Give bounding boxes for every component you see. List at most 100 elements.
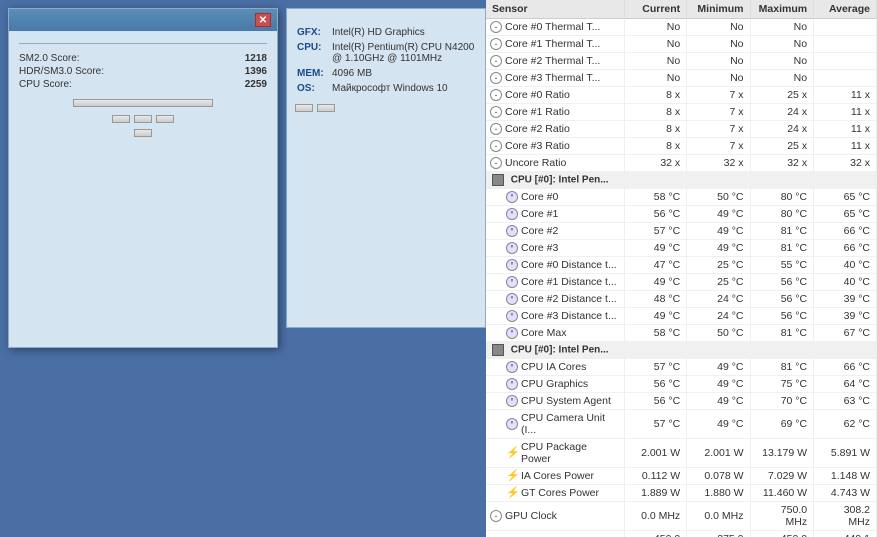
temp-icon: ° bbox=[506, 259, 518, 271]
sensor-minimum: 49 °C bbox=[687, 240, 750, 257]
sensor-current: 450.0 MHz bbox=[624, 531, 687, 537]
submit-button[interactable] bbox=[73, 99, 213, 107]
sensor-maximum: 56 °C bbox=[750, 308, 814, 325]
table-row: ° CPU Graphics 56 °C 49 °C 75 °C 64 °C bbox=[486, 376, 877, 393]
flame-icon: ⚡ bbox=[506, 470, 518, 482]
sensor-current: 57 °C bbox=[624, 410, 687, 439]
table-row: - Core #0 Thermal T... No No No bbox=[486, 19, 877, 36]
sensor-current: 49 °C bbox=[624, 308, 687, 325]
sensor-average: 11 x bbox=[814, 138, 877, 155]
sensor-name: - GPU Clock bbox=[486, 502, 624, 531]
sensor-name: - Core #0 Thermal T... bbox=[486, 19, 624, 36]
sensor-current: 49 °C bbox=[624, 240, 687, 257]
score-row-label: HDR/SM3.0 Score: bbox=[19, 65, 216, 78]
graphs-button[interactable] bbox=[295, 104, 313, 112]
table-row: ⚡ IA Cores Power 0.112 W 0.078 W 7.029 W… bbox=[486, 468, 877, 485]
sensor-average: 5.891 W bbox=[814, 439, 877, 468]
sensor-name: ⚡ GT Cores Power bbox=[486, 485, 624, 502]
sensor-maximum: 13.179 W bbox=[750, 439, 814, 468]
sensor-current: 8 x bbox=[624, 138, 687, 155]
sensor-name: - Core #3 Ratio bbox=[486, 138, 624, 155]
sensor-name: ° Core Max bbox=[486, 325, 624, 342]
sensor-current: 58 °C bbox=[624, 325, 687, 342]
sensor-maximum: 69 °C bbox=[750, 410, 814, 439]
system-panel: GFX:Intel(R) HD GraphicsCPU:Intel(R) Pen… bbox=[286, 8, 486, 328]
sensor-current: 57 °C bbox=[624, 223, 687, 240]
sensor-maximum: No bbox=[750, 70, 814, 87]
sensor-average: 308.2 MHz bbox=[814, 502, 877, 531]
system-row-value: Майкрософт Windows 10 bbox=[330, 81, 477, 96]
system-info-table: GFX:Intel(R) HD GraphicsCPU:Intel(R) Pen… bbox=[295, 25, 477, 96]
details-button[interactable] bbox=[112, 115, 130, 123]
sensor-minimum: 49 °C bbox=[687, 206, 750, 223]
temp-icon: ° bbox=[506, 276, 518, 288]
sensor-average bbox=[814, 70, 877, 87]
col-average: Average bbox=[814, 0, 877, 19]
sensor-maximum: 11.460 W bbox=[750, 485, 814, 502]
sensor-minimum: 24 °C bbox=[687, 308, 750, 325]
sensor-name: ° CPU Graphics bbox=[486, 376, 624, 393]
close-button[interactable] bbox=[134, 129, 152, 137]
sensor-name: - Core #1 Ratio bbox=[486, 104, 624, 121]
sensor-minimum: 7 x bbox=[687, 121, 750, 138]
table-row: ° Core #2 57 °C 49 °C 81 °C 66 °C bbox=[486, 223, 877, 240]
sensor-maximum: No bbox=[750, 36, 814, 53]
sensor-average: 64 °C bbox=[814, 376, 877, 393]
table-row: - Core #3 Ratio 8 x 7 x 25 x 11 x bbox=[486, 138, 877, 155]
table-row: - Core #0 Ratio 8 x 7 x 25 x 11 x bbox=[486, 87, 877, 104]
sensor-current: 8 x bbox=[624, 87, 687, 104]
sensor-maximum: 80 °C bbox=[750, 206, 814, 223]
save-button[interactable] bbox=[156, 115, 174, 123]
sensor-current: 0.0 MHz bbox=[624, 502, 687, 531]
sensor-name: ° Core #3 Distance t... bbox=[486, 308, 624, 325]
close-icon[interactable]: ✕ bbox=[255, 13, 271, 27]
temp-icon: ° bbox=[506, 418, 518, 430]
to-excel-button[interactable] bbox=[134, 115, 152, 123]
sensor-minimum: 375.0 MHz bbox=[687, 531, 750, 537]
sensor-minimum: 49 °C bbox=[687, 223, 750, 240]
temp-icon: ° bbox=[506, 310, 518, 322]
sensor-minimum: 25 °C bbox=[687, 274, 750, 291]
table-row: - Core #1 Thermal T... No No No bbox=[486, 36, 877, 53]
col-maximum: Maximum bbox=[750, 0, 814, 19]
sensor-maximum: 25 x bbox=[750, 138, 814, 155]
table-row: ° CPU IA Cores 57 °C 49 °C 81 °C 66 °C bbox=[486, 359, 877, 376]
sensor-section-label: CPU [#0]: Intel Pen... bbox=[486, 342, 877, 359]
table-row: - Core #1 Ratio 8 x 7 x 24 x 11 x bbox=[486, 104, 877, 121]
system-row: OS:Майкрософт Windows 10 bbox=[295, 81, 477, 96]
sensor-maximum: No bbox=[750, 53, 814, 70]
sensor-maximum: 32 x bbox=[750, 155, 814, 172]
sensor-name: ° CPU IA Cores bbox=[486, 359, 624, 376]
sensor-current: 8 x bbox=[624, 121, 687, 138]
sensor-average: 32 x bbox=[814, 155, 877, 172]
temp-icon: ° bbox=[506, 242, 518, 254]
sensor-minimum: 7 x bbox=[687, 138, 750, 155]
sensor-maximum: 81 °C bbox=[750, 325, 814, 342]
minus-icon: - bbox=[490, 89, 502, 101]
sensor-maximum: 7.029 W bbox=[750, 468, 814, 485]
temp-icon: ° bbox=[506, 361, 518, 373]
sensor-maximum: 70 °C bbox=[750, 393, 814, 410]
sensor-maximum: 24 x bbox=[750, 104, 814, 121]
score-row-label: CPU Score: bbox=[19, 78, 216, 91]
sensor-section-row: CPU [#0]: Intel Pen... bbox=[486, 342, 877, 359]
sensor-minimum: No bbox=[687, 53, 750, 70]
sensor-average: 40 °C bbox=[814, 257, 877, 274]
sensor-maximum: 450.0 MHz bbox=[750, 531, 814, 537]
flame-icon: ⚡ bbox=[506, 447, 518, 459]
sensor-minimum: 7 x bbox=[687, 87, 750, 104]
sensor-maximum: 81 °C bbox=[750, 223, 814, 240]
table-row: - Core #2 Thermal T... No No No bbox=[486, 53, 877, 70]
sensor-minimum: No bbox=[687, 70, 750, 87]
system-row-value: Intel(R) HD Graphics bbox=[330, 25, 477, 40]
sensor-minimum: No bbox=[687, 36, 750, 53]
sensor-average bbox=[814, 53, 877, 70]
sensor-average: 1.148 W bbox=[814, 468, 877, 485]
temp-icon: ° bbox=[506, 327, 518, 339]
table-row: ° Core #3 Distance t... 49 °C 24 °C 56 °… bbox=[486, 308, 877, 325]
sensor-current: No bbox=[624, 19, 687, 36]
sensor-name: - Core #1 Thermal T... bbox=[486, 36, 624, 53]
minus-icon: - bbox=[490, 123, 502, 135]
system-details-button[interactable] bbox=[317, 104, 335, 112]
sensor-minimum: 24 °C bbox=[687, 291, 750, 308]
